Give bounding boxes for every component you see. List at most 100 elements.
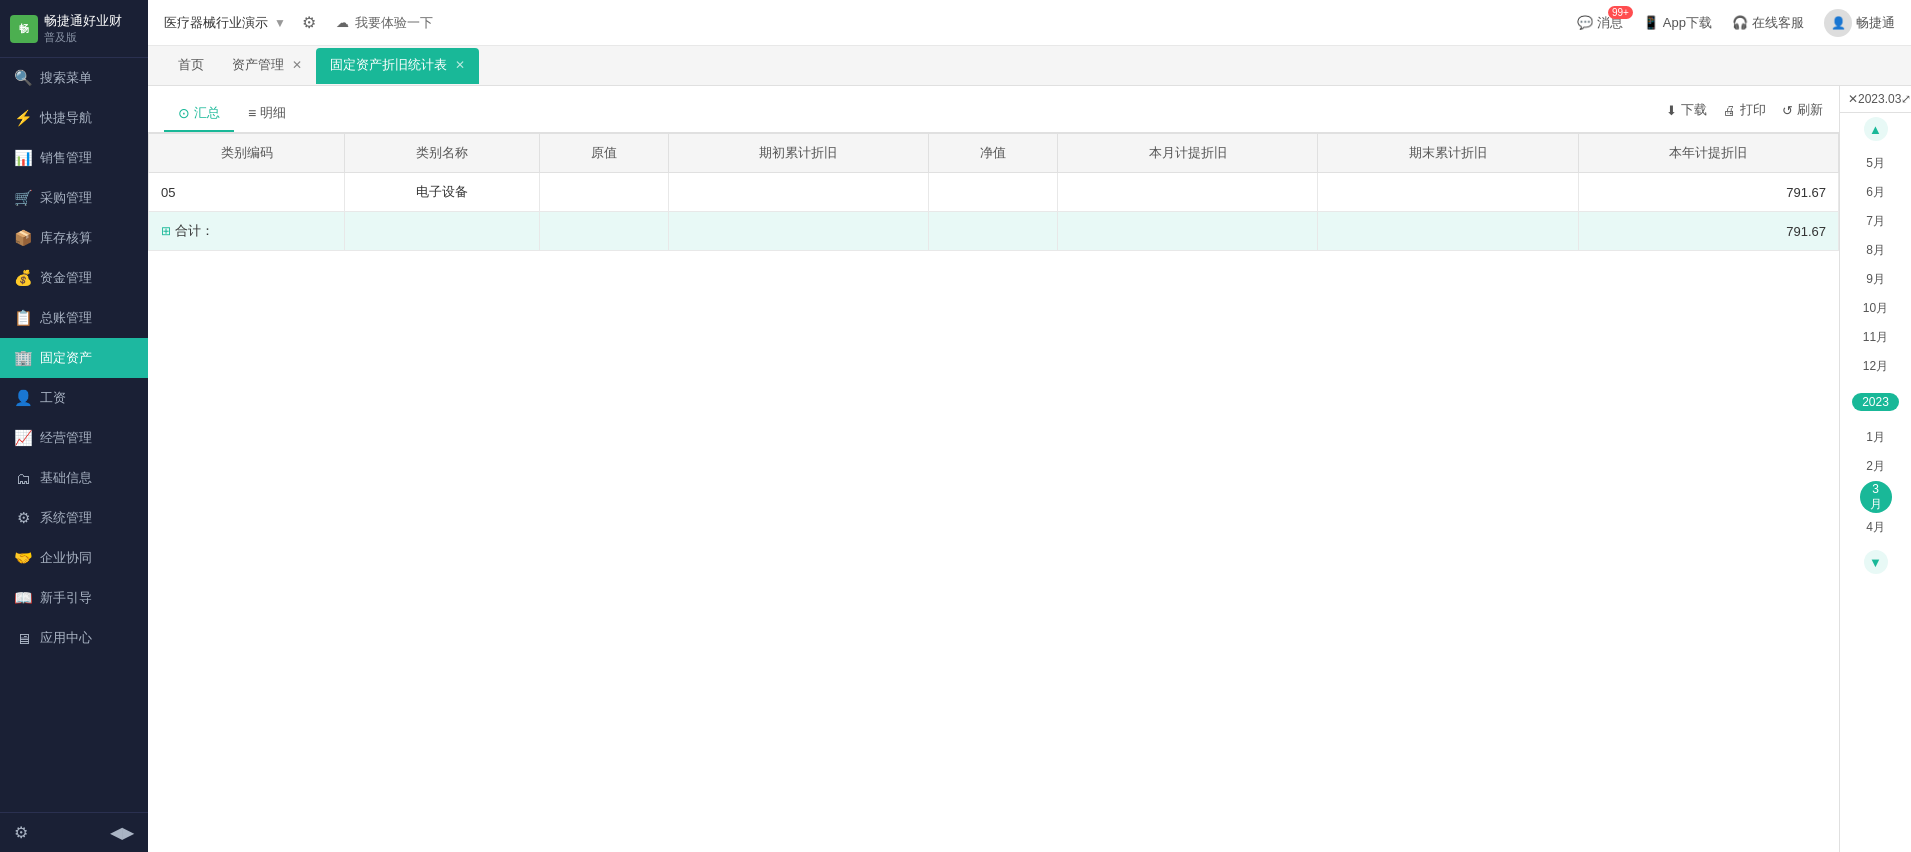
download-label: 下载 — [1681, 101, 1707, 119]
date-month-8[interactable]: 8月 — [1840, 236, 1911, 265]
sidebar-item-basic-info[interactable]: 🗂 基础信息 — [0, 458, 148, 498]
subtab-summary-label: 汇总 — [194, 104, 220, 122]
avatar: 👤 — [1824, 9, 1852, 37]
download-icon: ⬇ — [1666, 103, 1677, 118]
print-icon: 🖨 — [1723, 103, 1736, 118]
date-panel-expand[interactable]: ⤢ — [1901, 92, 1911, 106]
sidebar-menu: 🔍 搜索菜单 ⚡ 快捷导航 📊 销售管理 🛒 采购管理 📦 库存核算 💰 资金管… — [0, 58, 148, 812]
user-area[interactable]: 👤 畅捷通 — [1824, 9, 1895, 37]
date-month-7[interactable]: 7月 — [1840, 207, 1911, 236]
experience-label: 我要体验一下 — [355, 14, 433, 32]
tab-asset-management[interactable]: 资产管理 ✕ — [218, 48, 316, 84]
topbar-settings-icon[interactable]: ⚙ — [302, 13, 316, 32]
collab-icon: 🤝 — [14, 549, 32, 567]
sidebar-search-label: 搜索菜单 — [40, 69, 92, 87]
sidebar-item-app-center[interactable]: 🖥 应用中心 — [0, 618, 148, 658]
cell-code: 05 — [149, 173, 345, 212]
sidebar-item-label: 总账管理 — [40, 309, 92, 327]
operations-icon: 📈 — [14, 429, 32, 447]
cell-name: 电子设备 — [345, 173, 540, 212]
app-download-btn[interactable]: 📱 App下载 — [1643, 14, 1712, 32]
sidebar-item-ledger[interactable]: 📋 总账管理 — [0, 298, 148, 338]
date-month-9[interactable]: 9月 — [1840, 265, 1911, 294]
subtab-summary[interactable]: ⊙ 汇总 — [164, 96, 234, 132]
date-month-4[interactable]: 4月 — [1840, 513, 1911, 542]
date-panel-year: 2023.03 — [1858, 92, 1901, 106]
date-scroll-up[interactable]: ▲ — [1864, 117, 1888, 141]
subtotal-year-dep: 791.67 — [1578, 212, 1838, 251]
sidebar-item-label: 采购管理 — [40, 189, 92, 207]
ledger-icon: 📋 — [14, 309, 32, 327]
service-icon: 🎧 — [1732, 15, 1748, 30]
experience-btn[interactable]: ☁ 我要体验一下 — [336, 14, 433, 32]
message-badge: 99+ — [1608, 6, 1633, 19]
date-month-11[interactable]: 11月 — [1840, 323, 1911, 352]
year-badge[interactable]: 2023 — [1852, 393, 1899, 411]
table-row[interactable]: 05 电子设备 791.67 — [149, 173, 1839, 212]
sidebar-item-system[interactable]: ⚙ 系统管理 — [0, 498, 148, 538]
refresh-icon: ↺ — [1782, 103, 1793, 118]
online-service-btn[interactable]: 🎧 在线客服 — [1732, 14, 1804, 32]
company-selector[interactable]: 医疗器械行业演示 ▼ — [164, 14, 286, 32]
subtab-detail[interactable]: ≡ 明细 — [234, 96, 300, 132]
sidebar-item-label: 快捷导航 — [40, 109, 92, 127]
print-label: 打印 — [1740, 101, 1766, 119]
collapse-icon[interactable]: ◀▶ — [110, 823, 134, 842]
col-name: 类别名称 — [345, 134, 540, 173]
tab-depreciation-close[interactable]: ✕ — [455, 58, 465, 72]
date-panel-close[interactable]: ✕ — [1848, 92, 1858, 106]
company-dropdown-icon: ▼ — [274, 16, 286, 30]
sidebar-item-guide[interactable]: 📖 新手引导 — [0, 578, 148, 618]
sidebar-item-label: 资金管理 — [40, 269, 92, 287]
message-btn[interactable]: 💬 消息 99+ — [1577, 14, 1623, 32]
sidebar-item-purchase[interactable]: 🛒 采购管理 — [0, 178, 148, 218]
tab-asset-close[interactable]: ✕ — [292, 58, 302, 72]
inventory-icon: 📦 — [14, 229, 32, 247]
col-original: 原值 — [539, 134, 668, 173]
date-month-6[interactable]: 6月 — [1840, 178, 1911, 207]
print-btn[interactable]: 🖨 打印 — [1723, 101, 1766, 119]
col-init-depreciation: 期初累计折旧 — [668, 134, 928, 173]
sidebar-item-quick-nav[interactable]: ⚡ 快捷导航 — [0, 98, 148, 138]
sidebar-item-operations[interactable]: 📈 经营管理 — [0, 418, 148, 458]
sidebar-item-funds[interactable]: 💰 资金管理 — [0, 258, 148, 298]
purchase-icon: 🛒 — [14, 189, 32, 207]
sidebar-item-inventory[interactable]: 📦 库存核算 — [0, 218, 148, 258]
subtotal-name — [345, 212, 540, 251]
tabbar: 首页 资产管理 ✕ 固定资产折旧统计表 ✕ — [148, 46, 1911, 86]
date-month-2[interactable]: 2月 — [1840, 452, 1911, 481]
col-year-depreciation: 本年计提折旧 — [1578, 134, 1838, 173]
system-icon: ⚙ — [14, 509, 32, 527]
topbar-right: 💬 消息 99+ 📱 App下载 🎧 在线客服 👤 畅捷通 — [1577, 9, 1895, 37]
refresh-btn[interactable]: ↺ 刷新 — [1782, 101, 1823, 119]
sidebar-item-sales[interactable]: 📊 销售管理 — [0, 138, 148, 178]
date-month-1[interactable]: 1月 — [1840, 423, 1911, 452]
sidebar-logo: 畅 畅捷通好业财 普及版 — [0, 0, 148, 58]
funds-icon: 💰 — [14, 269, 32, 287]
tab-depreciation-report[interactable]: 固定资产折旧统计表 ✕ — [316, 48, 479, 84]
date-month-10[interactable]: 10月 — [1840, 294, 1911, 323]
date-month-3-current[interactable]: 3月 — [1860, 481, 1892, 513]
company-name: 医疗器械行业演示 — [164, 14, 268, 32]
subtotal-original — [539, 212, 668, 251]
sidebar-search[interactable]: 🔍 搜索菜单 — [0, 58, 148, 98]
sidebar-item-fixed-assets[interactable]: 🏢 固定资产 — [0, 338, 148, 378]
user-label: 畅捷通 — [1856, 14, 1895, 32]
subtotal-month-dep — [1057, 212, 1317, 251]
sidebar-item-label: 经营管理 — [40, 429, 92, 447]
date-scroll-down[interactable]: ▼ — [1864, 550, 1888, 574]
sidebar-item-collab[interactable]: 🤝 企业协同 — [0, 538, 148, 578]
tab-home[interactable]: 首页 — [164, 48, 218, 84]
date-month-5[interactable]: 5月 — [1840, 149, 1911, 178]
depreciation-table: 类别编码 类别名称 原值 期初累计折旧 净值 本月计提折旧 期末累计折旧 本年计… — [148, 133, 1839, 251]
download-btn[interactable]: ⬇ 下载 — [1666, 101, 1707, 119]
basic-info-icon: 🗂 — [14, 469, 32, 487]
date-month-12[interactable]: 12月 — [1840, 352, 1911, 381]
subtotal-label: ⊞ 合计： — [149, 212, 345, 251]
date-scroll[interactable]: ▲ 5月 6月 7月 8月 9月 10月 11月 12月 2023 — [1840, 113, 1911, 852]
summary-icon: ⊙ — [178, 105, 190, 121]
sidebar-item-payroll[interactable]: 👤 工资 — [0, 378, 148, 418]
cell-original — [539, 173, 668, 212]
settings-footer-icon[interactable]: ⚙ — [14, 823, 28, 842]
sidebar-item-label: 应用中心 — [40, 629, 92, 647]
